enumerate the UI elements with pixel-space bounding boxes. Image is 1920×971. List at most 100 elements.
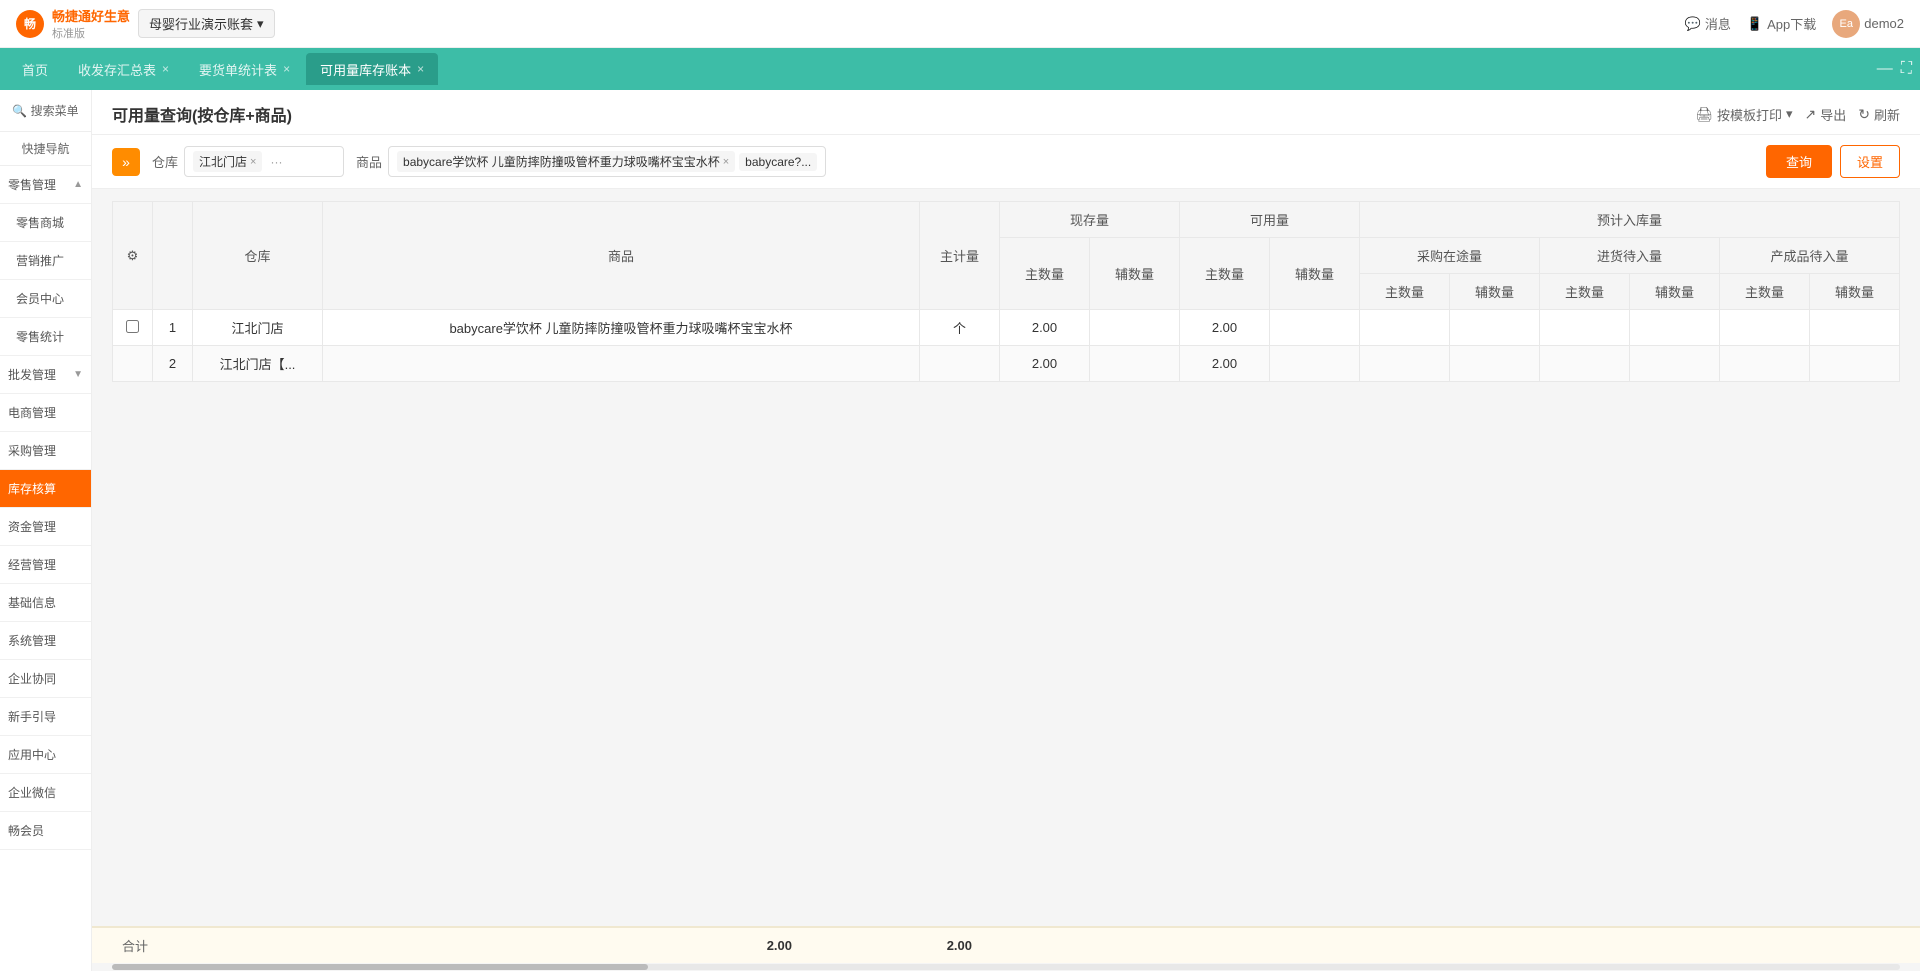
- row1-warehouse: 江北门店: [193, 310, 323, 346]
- settings-btn[interactable]: 设置: [1840, 145, 1900, 178]
- product-tag-1-remove[interactable]: ×: [723, 156, 729, 168]
- th-incoming-wait-aux: 辅数量: [1630, 274, 1720, 310]
- app-branding: 畅捷通好生意 标准版: [52, 6, 130, 41]
- row2-warehouse: 江北门店【...: [193, 346, 323, 382]
- scrollbar-thumb[interactable]: [112, 964, 648, 970]
- row2-checkbox[interactable]: [113, 346, 153, 382]
- search-menu-btn[interactable]: 🔍 搜索菜单: [8, 98, 83, 123]
- tab-minimize-btn[interactable]: —: [1877, 60, 1893, 78]
- sidebar-item-marketing[interactable]: 营销推广: [0, 242, 91, 280]
- export-label: 导出: [1820, 105, 1846, 124]
- download-label: App下载: [1767, 14, 1816, 33]
- page-title-row: 可用量查询(按仓库+商品) 🖨 按模板打印 ▾ ↗ 导出 ↻ 刷新: [112, 102, 1900, 126]
- warehouse-tag: 江北门店 ×: [193, 151, 262, 172]
- warehouse-more-btn[interactable]: ···: [270, 155, 282, 169]
- filter-toggle-btn[interactable]: »: [112, 148, 140, 176]
- row2-stock-main: 2.00: [1000, 346, 1090, 382]
- sidebar-item-inventory-mgmt[interactable]: 库存核算: [0, 470, 91, 508]
- refresh-btn[interactable]: ↻ 刷新: [1858, 105, 1900, 124]
- export-btn[interactable]: ↗ 导出: [1805, 105, 1847, 124]
- scrollbar-track: [112, 964, 1900, 970]
- page-actions: 🖨 按模板打印 ▾ ↗ 导出 ↻ 刷新: [1695, 105, 1900, 124]
- purchase-label: 采购管理: [8, 442, 56, 459]
- sidebar-item-retail[interactable]: 零售管理 ▲: [0, 166, 91, 204]
- sidebar-item-basic[interactable]: 基础信息: [0, 584, 91, 622]
- warehouse-tag-remove[interactable]: ×: [250, 156, 256, 168]
- refresh-icon: ↻: [1858, 106, 1870, 123]
- row1-checkbox[interactable]: [113, 310, 153, 346]
- quick-nav-label: 快捷导航: [21, 142, 69, 156]
- tab-receipt[interactable]: 收发存汇总表 ×: [64, 53, 183, 85]
- message-btn[interactable]: 💬 消息: [1685, 14, 1731, 33]
- print-btn[interactable]: 🖨 按模板打印 ▾: [1695, 105, 1792, 124]
- sidebar-item-ecommerce[interactable]: 电商管理: [0, 394, 91, 432]
- sidebar-item-retail-stats[interactable]: 零售统计: [0, 318, 91, 356]
- inventory-mgmt-label: 库存核算: [8, 480, 56, 497]
- row1-no: 1: [153, 310, 193, 346]
- tab-close-inventory[interactable]: ×: [417, 62, 424, 76]
- guide-label: 新手引导: [8, 708, 56, 725]
- th-available: 可用量: [1180, 202, 1360, 238]
- quick-nav-btn[interactable]: 快捷导航: [0, 132, 91, 166]
- sidebar-item-retail-mall[interactable]: 零售商城: [0, 204, 91, 242]
- th-stock: 现存量: [1000, 202, 1180, 238]
- th-product: 商品: [323, 202, 920, 310]
- row1-product-wait-main: [1720, 310, 1810, 346]
- sidebar-item-wholesale[interactable]: 批发管理 ▼: [0, 356, 91, 394]
- sidebar-item-finance[interactable]: 资金管理: [0, 508, 91, 546]
- row2-available-main: 2.00: [1180, 346, 1270, 382]
- th-purchase-transit-main: 主数量: [1360, 274, 1450, 310]
- chevron-down-icon: ▼: [73, 369, 83, 380]
- enterprise-label: 企业协同: [8, 670, 56, 687]
- tab-inventory[interactable]: 可用量库存账本 ×: [306, 53, 438, 85]
- row1-check[interactable]: [126, 320, 139, 333]
- tab-order[interactable]: 要货单统计表 ×: [185, 53, 304, 85]
- tab-close-receipt[interactable]: ×: [162, 62, 169, 76]
- wechat-label: 企业微信: [8, 784, 56, 801]
- sidebar-item-purchase[interactable]: 采购管理: [0, 432, 91, 470]
- filter-bar: » 仓库 江北门店 × ··· 商品 babycare学饮杯 儿童防摔防撞吸管杯…: [92, 135, 1920, 189]
- retail-stats-label: 零售统计: [16, 328, 64, 345]
- sidebar-item-operations[interactable]: 经营管理: [0, 546, 91, 584]
- ecommerce-label: 电商管理: [8, 404, 56, 421]
- row1-purchase-transit-aux: [1450, 310, 1540, 346]
- warehouse-filter-input[interactable]: 江北门店 × ···: [184, 146, 344, 177]
- product-filter-group: 商品 babycare学饮杯 儿童防摔防撞吸管杯重力球吸嘴杯宝宝水杯 × bab…: [356, 146, 826, 177]
- tab-maximize-btn[interactable]: ⛶: [1901, 60, 1912, 78]
- sidebar-item-guide[interactable]: 新手引导: [0, 698, 91, 736]
- th-stock-aux: 辅数量: [1090, 238, 1180, 310]
- app-download-btn[interactable]: 📱 App下载: [1747, 14, 1816, 33]
- sidebar-item-member[interactable]: 会员中心: [0, 280, 91, 318]
- member-label: 会员中心: [16, 290, 64, 307]
- tab-close-order[interactable]: ×: [283, 62, 290, 76]
- marketing-label: 营销推广: [16, 252, 64, 269]
- sidebar-item-system[interactable]: 系统管理: [0, 622, 91, 660]
- product-filter-input[interactable]: babycare学饮杯 儿童防摔防撞吸管杯重力球吸嘴杯宝宝水杯 × babyca…: [388, 146, 826, 177]
- row2-stock-aux: [1090, 346, 1180, 382]
- user-profile[interactable]: Ea demo2: [1832, 10, 1904, 38]
- sidebar-item-vip[interactable]: 畅会员: [0, 812, 91, 850]
- scrollbar-container: [92, 963, 1920, 971]
- th-settings[interactable]: ⚙: [113, 202, 153, 310]
- th-stock-main: 主数量: [1000, 238, 1090, 310]
- sidebar-item-wechat[interactable]: 企业微信: [0, 774, 91, 812]
- row1-product-wait-aux: [1810, 310, 1900, 346]
- sidebar-item-enterprise[interactable]: 企业协同: [0, 660, 91, 698]
- th-purchase-transit: 采购在途量: [1360, 238, 1540, 274]
- top-bar-right: 💬 消息 📱 App下载 Ea demo2: [1685, 10, 1904, 38]
- sidebar-item-appstore[interactable]: 应用中心: [0, 736, 91, 774]
- th-purchase-transit-aux: 辅数量: [1450, 274, 1540, 310]
- th-incoming-wait-main: 主数量: [1540, 274, 1630, 310]
- row1-available-aux: [1270, 310, 1360, 346]
- row1-available-main: 2.00: [1180, 310, 1270, 346]
- query-btn[interactable]: 查询: [1766, 145, 1832, 178]
- warehouse-filter-group: 仓库 江北门店 × ···: [152, 146, 344, 177]
- tab-home[interactable]: 首页: [8, 53, 62, 85]
- row2-product: [323, 346, 920, 382]
- product-filter-label: 商品: [356, 152, 382, 171]
- row2-incoming-wait-main: [1540, 346, 1630, 382]
- industry-selector[interactable]: 母婴行业演示账套 ▾: [138, 9, 275, 38]
- product-tag-1: babycare学饮杯 儿童防摔防撞吸管杯重力球吸嘴杯宝宝水杯 ×: [397, 151, 735, 172]
- th-product-wait: 产成品待入量: [1720, 238, 1900, 274]
- row1-unit: 个: [920, 310, 1000, 346]
